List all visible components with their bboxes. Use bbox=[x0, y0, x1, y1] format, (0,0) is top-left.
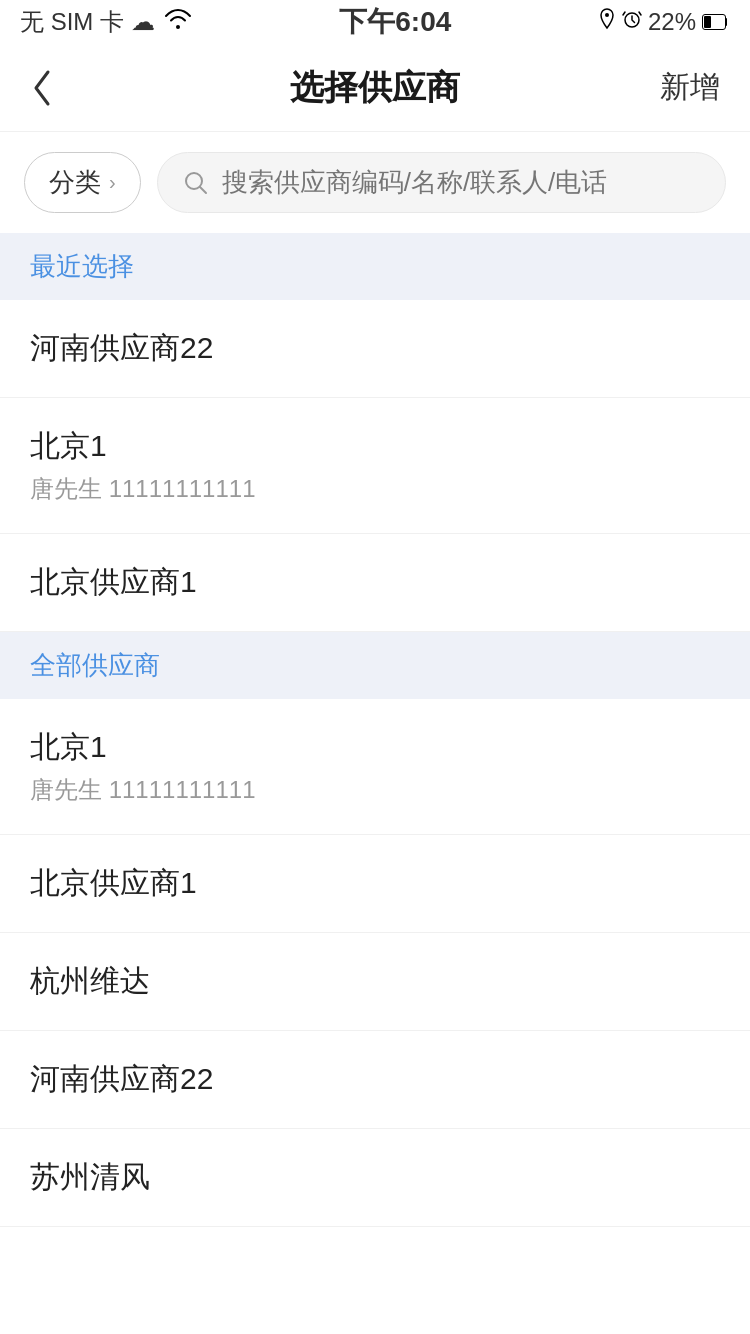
item-name: 苏州清风 bbox=[30, 1157, 720, 1198]
list-item[interactable]: 北京1 唐先生 11111111111 bbox=[0, 699, 750, 835]
category-button[interactable]: 分类 › bbox=[24, 152, 141, 213]
status-left: 无 SIM 卡 ☁ bbox=[20, 6, 193, 38]
wifi-icon bbox=[163, 8, 193, 36]
status-time: 下午6:04 bbox=[339, 3, 451, 41]
recent-section-header: 最近选择 bbox=[0, 233, 750, 300]
list-item[interactable]: 北京1 唐先生 11111111111 bbox=[0, 398, 750, 534]
filter-bar: 分类 › bbox=[0, 132, 750, 233]
item-name: 河南供应商22 bbox=[30, 328, 720, 369]
list-item[interactable]: 河南供应商22 bbox=[0, 300, 750, 398]
recent-list: 河南供应商22 北京1 唐先生 11111111111 北京供应商1 bbox=[0, 300, 750, 632]
item-sub: 唐先生 11111111111 bbox=[30, 774, 720, 806]
item-name: 北京供应商1 bbox=[30, 562, 720, 603]
status-bar: 无 SIM 卡 ☁ 下午6:04 22% bbox=[0, 0, 750, 44]
item-name: 北京1 bbox=[30, 426, 720, 467]
nav-bar: 选择供应商 新增 bbox=[0, 44, 750, 132]
page-title: 选择供应商 bbox=[290, 65, 460, 111]
category-label: 分类 bbox=[49, 165, 101, 200]
list-item[interactable]: 北京供应商1 bbox=[0, 534, 750, 632]
search-box[interactable] bbox=[157, 152, 726, 213]
battery-icon bbox=[702, 8, 730, 36]
battery-percentage: 22% bbox=[648, 8, 696, 36]
item-name: 北京供应商1 bbox=[30, 863, 720, 904]
item-name: 北京1 bbox=[30, 727, 720, 768]
item-name: 河南供应商22 bbox=[30, 1059, 720, 1100]
add-new-button[interactable]: 新增 bbox=[660, 67, 720, 108]
chevron-right-icon: › bbox=[109, 171, 116, 194]
search-input[interactable] bbox=[222, 167, 701, 198]
list-item[interactable]: 苏州清风 bbox=[0, 1129, 750, 1227]
alarm-icon bbox=[622, 8, 642, 36]
all-section-header: 全部供应商 bbox=[0, 632, 750, 699]
status-right: 22% bbox=[598, 8, 730, 36]
item-name: 杭州维达 bbox=[30, 961, 720, 1002]
all-list: 北京1 唐先生 11111111111 北京供应商1 杭州维达 河南供应商22 … bbox=[0, 699, 750, 1227]
svg-point-0 bbox=[605, 13, 609, 17]
location-icon bbox=[598, 8, 616, 36]
back-button[interactable] bbox=[30, 58, 90, 118]
svg-rect-3 bbox=[704, 16, 711, 28]
no-sim-label: 无 SIM 卡 ☁ bbox=[20, 6, 155, 38]
list-item[interactable]: 杭州维达 bbox=[0, 933, 750, 1031]
item-sub: 唐先生 11111111111 bbox=[30, 473, 720, 505]
list-item[interactable]: 河南供应商22 bbox=[0, 1031, 750, 1129]
list-item[interactable]: 北京供应商1 bbox=[0, 835, 750, 933]
search-icon bbox=[182, 169, 210, 197]
